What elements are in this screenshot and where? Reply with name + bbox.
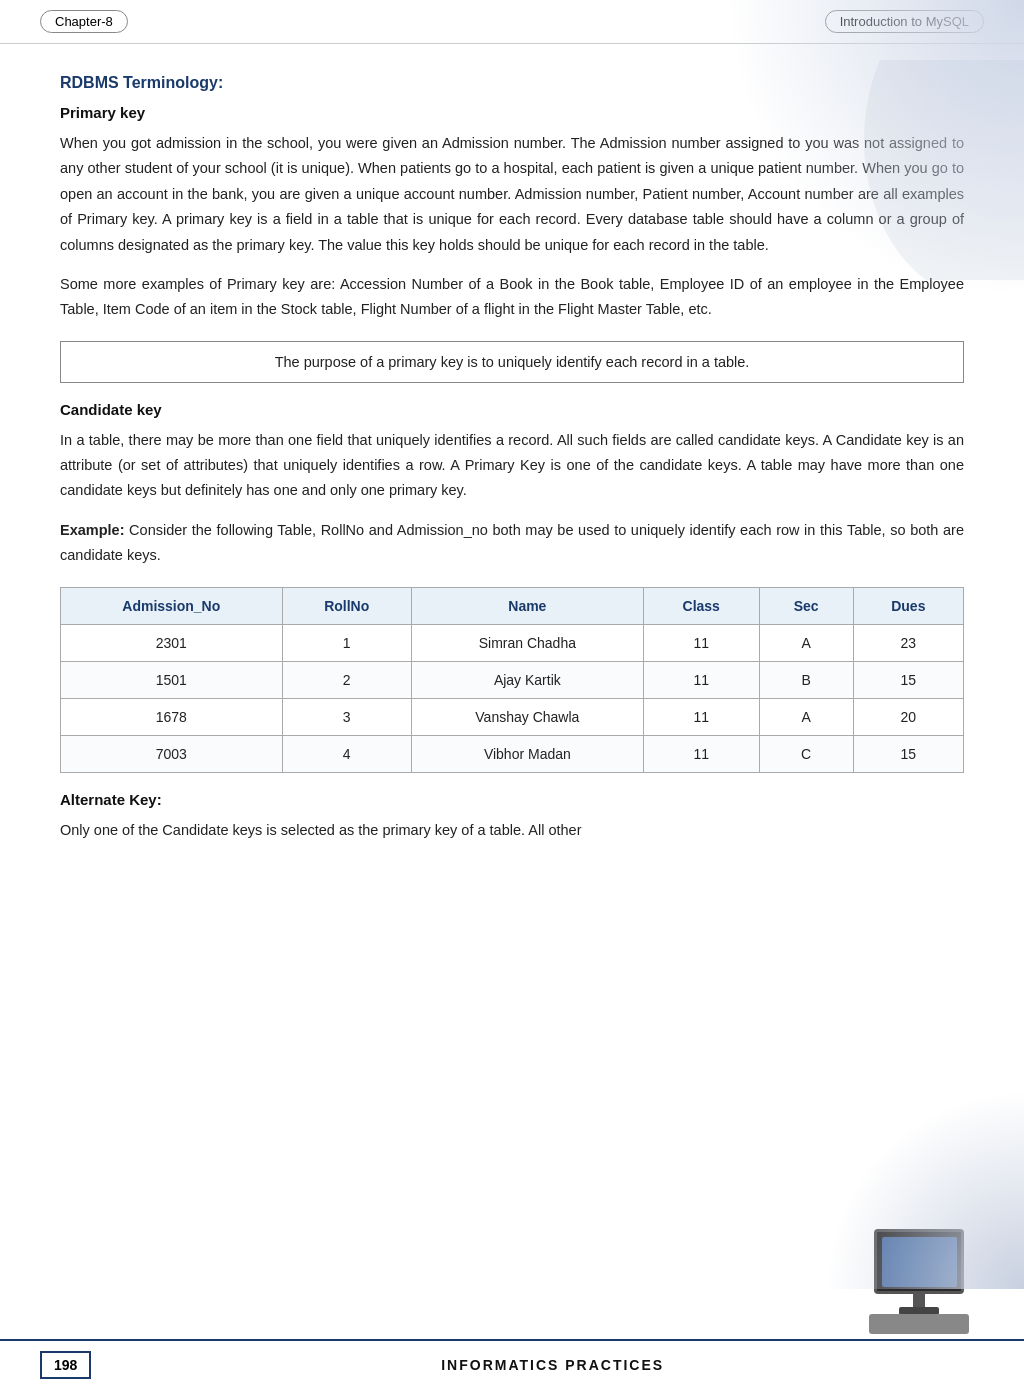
alternate-key-para1: Only one of the Candidate keys is select… [60, 818, 964, 843]
table-row: 16783Vanshay Chawla11A20 [61, 698, 964, 735]
example-description: Consider the following Table, RollNo and… [60, 522, 964, 563]
table-cell: 1678 [61, 698, 283, 735]
table-row: 23011Simran Chadha11A23 [61, 624, 964, 661]
table-cell: 11 [643, 698, 759, 735]
primary-key-para2: Some more examples of Primary key are: A… [60, 272, 964, 323]
monitor [874, 1229, 964, 1294]
col-sec: Sec [759, 587, 853, 624]
table-cell: A [759, 698, 853, 735]
table-row: 70034Vibhor Madan11C15 [61, 735, 964, 772]
col-class: Class [643, 587, 759, 624]
table-cell: 4 [282, 735, 411, 772]
table-cell: 11 [643, 735, 759, 772]
col-dues: Dues [853, 587, 963, 624]
page: Chapter-8 Introduction to MySQL RDBMS Te… [0, 0, 1024, 1389]
primary-key-highlight: The purpose of a primary key is to uniqu… [60, 341, 964, 383]
table-cell: 2 [282, 661, 411, 698]
table-cell: 15 [853, 661, 963, 698]
table-cell: 2301 [61, 624, 283, 661]
candidate-key-para1: In a table, there may be more than one f… [60, 428, 964, 504]
monitor-screen [882, 1237, 957, 1287]
table-cell: Ajay Kartik [411, 661, 643, 698]
table-cell: 20 [853, 698, 963, 735]
chapter-label: Chapter-8 [40, 10, 128, 33]
page-header: Chapter-8 Introduction to MySQL [0, 0, 1024, 44]
example-text: Example: Consider the following Table, R… [60, 518, 964, 569]
computer-illustration [864, 1229, 994, 1339]
table-cell: Simran Chadha [411, 624, 643, 661]
main-content: RDBMS Terminology: Primary key When you … [0, 44, 1024, 917]
table-cell: 1 [282, 624, 411, 661]
chapter-topic: Introduction to MySQL [825, 10, 984, 33]
table-cell: 11 [643, 661, 759, 698]
example-label: Example: [60, 522, 124, 538]
col-rollno: RollNo [282, 587, 411, 624]
table-cell: C [759, 735, 853, 772]
table-cell: 11 [643, 624, 759, 661]
candidate-key-table: Admission_No RollNo Name Class Sec Dues … [60, 587, 964, 773]
table-header-row: Admission_No RollNo Name Class Sec Dues [61, 587, 964, 624]
primary-key-heading: Primary key [60, 104, 964, 121]
col-name: Name [411, 587, 643, 624]
table-cell: 15 [853, 735, 963, 772]
footer-title: INFORMATICS PRACTICES [121, 1357, 984, 1373]
page-number: 198 [40, 1351, 91, 1379]
rdbms-section-title: RDBMS Terminology: [60, 74, 964, 92]
primary-key-para1: When you got admission in the school, yo… [60, 131, 964, 258]
col-admission-no: Admission_No [61, 587, 283, 624]
table-cell: 3 [282, 698, 411, 735]
table-cell: 7003 [61, 735, 283, 772]
table-cell: Vanshay Chawla [411, 698, 643, 735]
page-footer: 198 INFORMATICS PRACTICES [0, 1339, 1024, 1389]
table-cell: Vibhor Madan [411, 735, 643, 772]
keyboard [869, 1314, 969, 1334]
table-cell: A [759, 624, 853, 661]
table-cell: 1501 [61, 661, 283, 698]
table-cell: 23 [853, 624, 963, 661]
table-row: 15012Ajay Kartik11B15 [61, 661, 964, 698]
table-cell: B [759, 661, 853, 698]
candidate-key-heading: Candidate key [60, 401, 964, 418]
alternate-key-heading: Alternate Key: [60, 791, 964, 808]
